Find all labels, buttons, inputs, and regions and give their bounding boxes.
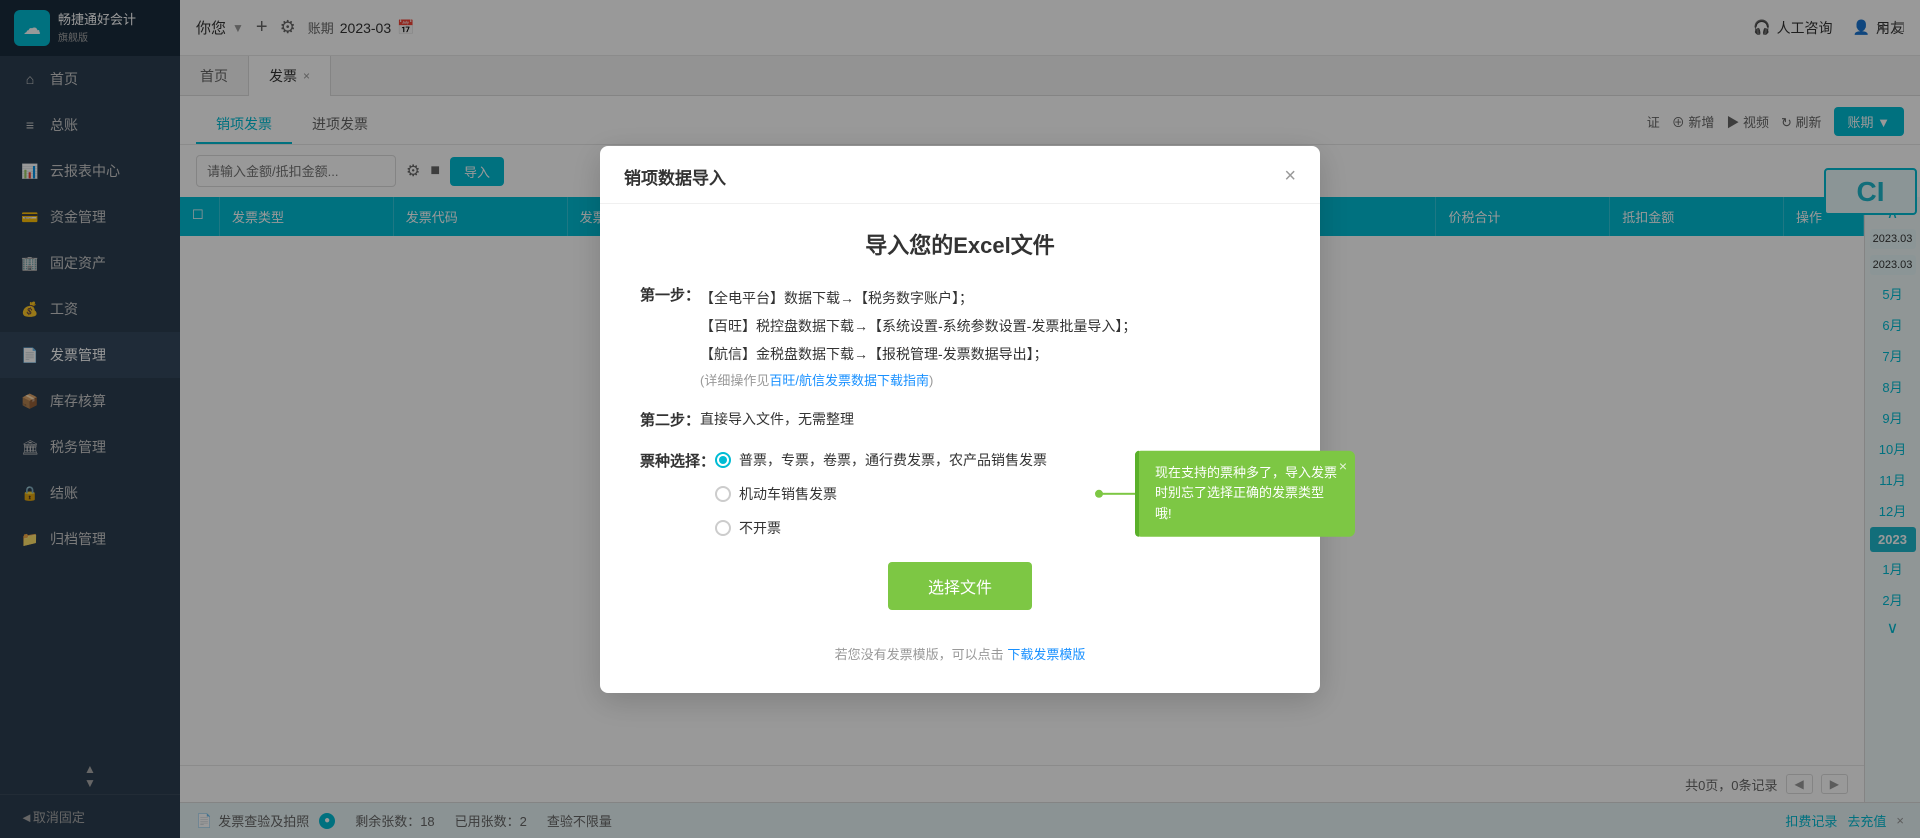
step2-label: 第二步： [640, 409, 700, 430]
radio-normal-label: 普票，专票，卷票，通行费发票，农产品销售发票 [739, 450, 1047, 470]
step2-content: 直接导入文件，无需整理 [700, 409, 854, 429]
step1-label: 第一步： [640, 284, 700, 305]
modal-title: 销项数据导入 [624, 164, 726, 189]
step1-note: (详细操作见百旺/航信发票数据下载指南) [700, 370, 1136, 389]
step1-content: 【全电平台】数据下载→【税务数字账户】； 【百旺】税控盘数据下载→【系统设置-系… [700, 284, 1136, 389]
modal-close-button[interactable]: × [1284, 166, 1296, 186]
modal-header: 销项数据导入 × [600, 146, 1320, 204]
modal-ticket-select: 票种选择： 普票，专票，卷票，通行费发票，农产品销售发票 机动车销售 [640, 450, 1280, 538]
radio-no-ticket[interactable]: 不开票 [715, 518, 1047, 538]
step1-guide-link[interactable]: 百旺/航信发票数据下载指南 [769, 373, 929, 388]
select-file-button[interactable]: 选择文件 [888, 562, 1032, 610]
modal-overlay: 销项数据导入 × 导入您的Excel文件 第一步： 【全电平台】数据下载→【税务… [0, 0, 1920, 838]
radio-normal-circle [715, 452, 731, 468]
radio-group: 普票，专票，卷票，通行费发票，农产品销售发票 机动车销售发票 [715, 450, 1047, 538]
tooltip-container: × 现在支持的票种多了，导入发票时别忘了选择正确的发票类型哦! [1135, 450, 1355, 536]
tooltip-bubble: × 现在支持的票种多了，导入发票时别忘了选择正确的发票类型哦! [1135, 450, 1355, 536]
tooltip-text: 现在支持的票种多了，导入发票时别忘了选择正确的发票类型哦! [1155, 464, 1337, 521]
modal-btn-row: 选择文件 [640, 562, 1280, 610]
step2-row: 第二步： 直接导入文件，无需整理 [640, 409, 1280, 430]
step1-line1: 【全电平台】数据下载→【税务数字账户】； [700, 284, 1136, 312]
tooltip-accent-bar [1135, 450, 1139, 536]
step1-line2: 【百旺】税控盘数据下载→【系统设置-系统参数设置-发票批量导入】； [700, 312, 1136, 340]
tooltip-connector-line [1099, 492, 1135, 494]
radio-normal-dot [719, 456, 727, 464]
import-modal: 销项数据导入 × 导入您的Excel文件 第一步： 【全电平台】数据下载→【税务… [600, 146, 1320, 693]
radio-motor[interactable]: 机动车销售发票 × 现在支持的票种多了，导入发票时别忘了选择正确的发票类型哦! [715, 484, 1047, 504]
ticket-select-row: 票种选择： 普票，专票，卷票，通行费发票，农产品销售发票 机动车销售 [640, 450, 1280, 538]
ticket-select-label: 票种选择： [640, 450, 715, 471]
radio-motor-label: 机动车销售发票 [739, 484, 837, 504]
modal-step2: 第二步： 直接导入文件，无需整理 [640, 409, 1280, 430]
radio-no-ticket-label: 不开票 [739, 518, 781, 538]
modal-step1: 第一步： 【全电平台】数据下载→【税务数字账户】； 【百旺】税控盘数据下载→【系… [640, 284, 1280, 389]
modal-footer: 若您没有发票模版，可以点击 下载发票模版 [600, 644, 1320, 663]
radio-no-ticket-circle [715, 520, 731, 536]
download-template-link[interactable]: 下载发票模版 [1007, 647, 1085, 662]
step1-line3: 【航信】金税盘数据下载→【报税管理-发票数据导出】； [700, 340, 1136, 368]
tooltip-close-btn[interactable]: × [1339, 454, 1347, 476]
step1-row: 第一步： 【全电平台】数据下载→【税务数字账户】； 【百旺】税控盘数据下载→【系… [640, 284, 1280, 389]
modal-main-title: 导入您的Excel文件 [640, 228, 1280, 260]
radio-normal[interactable]: 普票，专票，卷票，通行费发票，农产品销售发票 [715, 450, 1047, 470]
modal-body: 导入您的Excel文件 第一步： 【全电平台】数据下载→【税务数字账户】； 【百… [600, 204, 1320, 630]
radio-motor-circle [715, 486, 731, 502]
